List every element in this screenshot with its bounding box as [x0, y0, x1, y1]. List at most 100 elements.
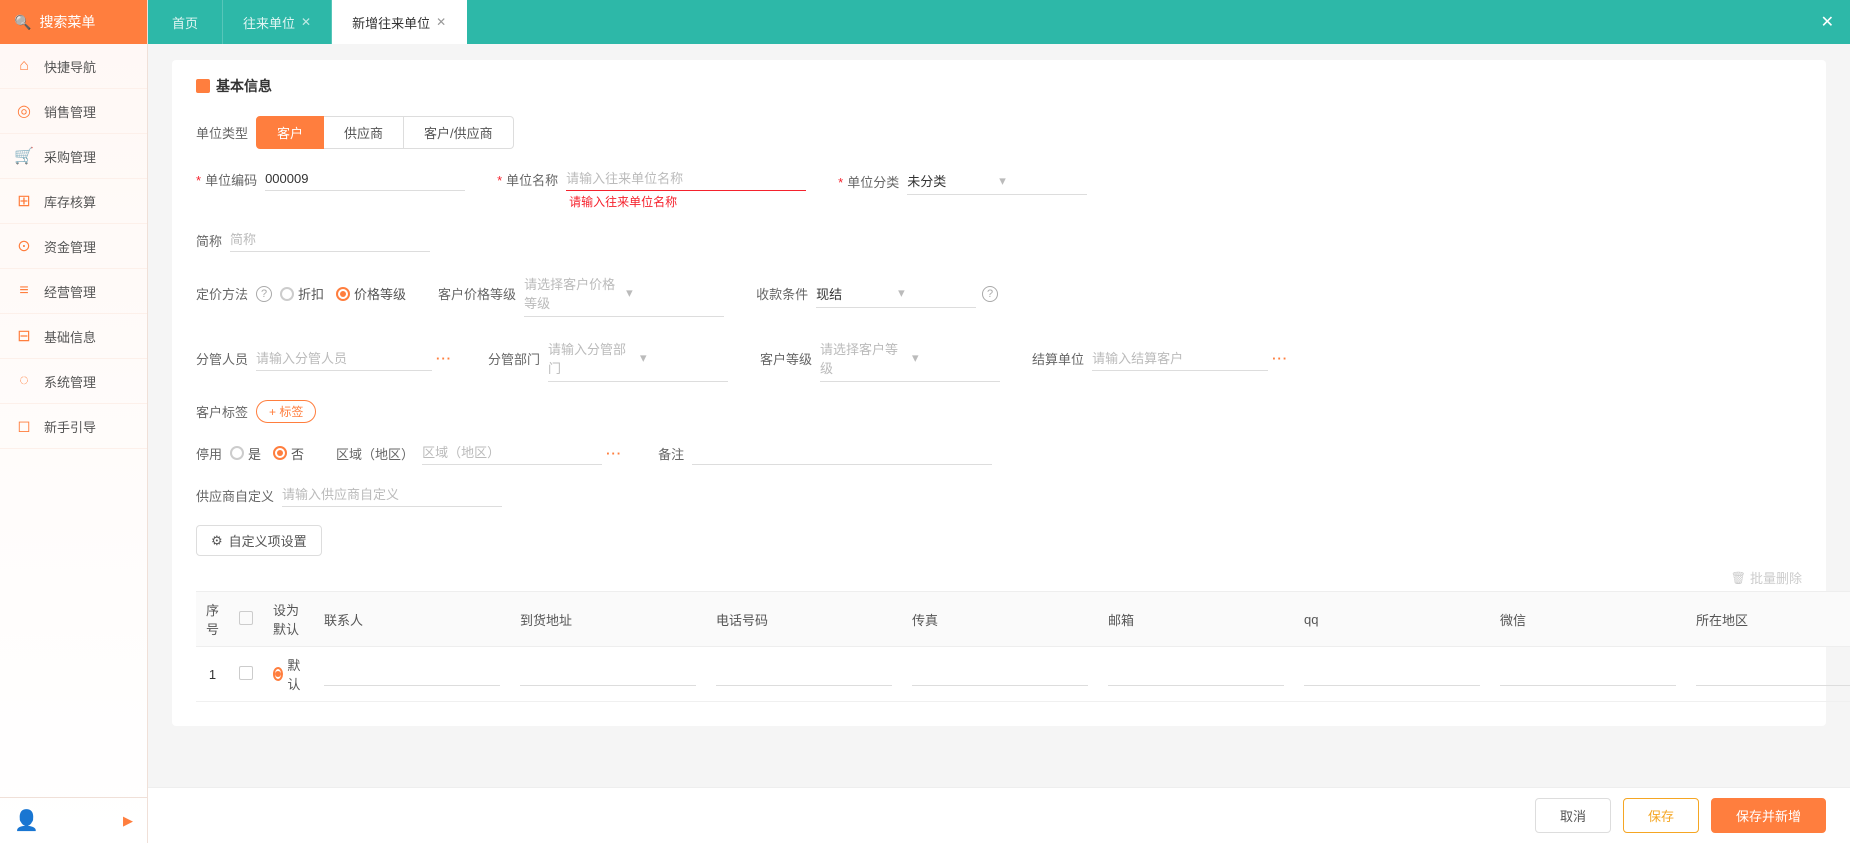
pricing-help-icon[interactable]: ? [256, 286, 272, 302]
unit-name-input[interactable] [566, 167, 806, 191]
department-select[interactable]: 请输入分管部门 ▾ [548, 335, 728, 382]
tab-new-partner-close[interactable]: ✕ [436, 15, 446, 29]
finance-icon: ⊙ [14, 236, 34, 256]
row-seq: 1 [196, 647, 229, 702]
pricing-discount-radio[interactable]: 折扣 [280, 284, 324, 303]
settlement-unit-input[interactable] [1092, 347, 1268, 371]
fax-input[interactable] [912, 662, 1088, 686]
pricing-method-label: 定价方法 [196, 284, 248, 303]
sidebar-item-label: 销售管理 [44, 102, 96, 121]
col-fax: 传真 [902, 592, 1098, 647]
guide-icon: ◻ [14, 416, 34, 436]
payment-help-icon[interactable]: ? [982, 286, 998, 302]
payment-terms-label: 收款条件 [756, 284, 808, 303]
payment-terms-value: 现结 [816, 284, 894, 303]
manager-more-btn[interactable]: ··· [432, 351, 456, 366]
customer-level-select[interactable]: 请选择客户等级 ▾ [820, 335, 1000, 382]
row-checkbox[interactable] [239, 666, 253, 680]
region-label: 区域（地区） [336, 444, 414, 463]
phone-input[interactable] [716, 662, 892, 686]
pricing-method-field: 定价方法 ? 折扣 价格等级 [196, 284, 406, 303]
col-address: 到货地址 [510, 592, 706, 647]
custom-settings-button[interactable]: ⚙ 自定义项设置 [196, 525, 322, 556]
add-tag-button[interactable]: + 标签 [256, 400, 316, 423]
unit-code-label: 单位编码 [196, 170, 257, 189]
customer-level-field: 客户等级 请选择客户等级 ▾ [760, 335, 1000, 382]
unit-code-input[interactable] [265, 167, 465, 191]
sidebar-item-operations[interactable]: ≡ 经营管理 [0, 269, 147, 314]
address-input[interactable] [520, 662, 696, 686]
region-input[interactable] [422, 441, 602, 465]
dept-chevron: ▾ [640, 350, 728, 366]
sidebar-search[interactable]: 🔍 搜索菜单 [0, 0, 147, 44]
save-new-button[interactable]: 保存并新增 [1711, 798, 1826, 833]
disabled-field: 停用 是 否 [196, 444, 304, 463]
qq-input[interactable] [1304, 662, 1480, 686]
cancel-button[interactable]: 取消 [1535, 798, 1611, 833]
region-more-btn[interactable]: ··· [602, 446, 626, 461]
search-icon: 🔍 [14, 14, 31, 31]
tab-home[interactable]: 首页 [148, 0, 223, 44]
short-name-input[interactable] [230, 228, 430, 252]
settlement-more-btn[interactable]: ··· [1268, 351, 1292, 366]
tab-partner-list-close[interactable]: ✕ [301, 15, 311, 29]
sidebar-item-system-mgmt[interactable]: ◌ 系统管理 [0, 359, 147, 404]
remark-input[interactable] [692, 441, 992, 465]
location-input[interactable] [1696, 662, 1850, 686]
level-label: 价格等级 [354, 284, 406, 303]
customer-tag-field: 客户标签 + 标签 [196, 400, 316, 423]
save-button[interactable]: 保存 [1623, 798, 1699, 833]
sidebar-item-quick-nav[interactable]: ⌂ 快捷导航 [0, 44, 147, 89]
window-close-button[interactable]: ✕ [1805, 12, 1850, 32]
pricing-radio-group: 折扣 价格等级 [280, 284, 406, 303]
no-label: 否 [291, 444, 304, 463]
contact-table: 序号 设为默认 联系人 到货地址 电话号码 传真 邮箱 qq 微信 所在地区 操… [196, 591, 1850, 702]
sidebar-item-purchase-mgmt[interactable]: 🛒 采购管理 [0, 134, 147, 179]
settlement-unit-field: 结算单位 ··· [1032, 347, 1292, 371]
disabled-no-radio[interactable]: 否 [273, 444, 304, 463]
code-name-category-row: 单位编码 单位名称 请输入往来单位名称 单位分类 [196, 167, 1802, 210]
tab-partner-list[interactable]: 往来单位 ✕ [223, 0, 332, 44]
short-name-label: 简称 [196, 231, 222, 250]
sidebar-item-label: 采购管理 [44, 147, 96, 166]
tab-new-partner[interactable]: 新增往来单位 ✕ [332, 0, 467, 44]
unit-category-select[interactable]: 未分类 ▾ [907, 167, 1087, 195]
sidebar-item-label: 系统管理 [44, 372, 96, 391]
unit-code-field: 单位编码 [196, 167, 465, 191]
unit-name-label: 单位名称 [497, 170, 558, 189]
col-phone: 电话号码 [706, 592, 902, 647]
level-radio-circle [336, 287, 350, 301]
sidebar-item-inventory[interactable]: ⊞ 库存核算 [0, 179, 147, 224]
contact-input[interactable] [324, 662, 500, 686]
disabled-yes-radio[interactable]: 是 [230, 444, 261, 463]
email-input[interactable] [1108, 662, 1284, 686]
sidebar-item-basic-info[interactable]: ⊟ 基础信息 [0, 314, 147, 359]
col-email: 邮箱 [1098, 592, 1294, 647]
manager-input[interactable] [256, 347, 432, 371]
yes-label: 是 [248, 444, 261, 463]
wechat-input[interactable] [1500, 662, 1676, 686]
sidebar-item-sales-mgmt[interactable]: ◎ 销售管理 [0, 89, 147, 134]
batch-delete-label[interactable]: 批量删除 [1750, 568, 1802, 587]
expand-icon[interactable]: ▶ [123, 813, 133, 829]
discount-radio-circle [280, 287, 294, 301]
unit-name-wrap [566, 167, 806, 191]
unit-type-group: 客户 供应商 客户/供应商 [256, 116, 514, 149]
customer-level-placeholder: 请选择客户等级 [820, 339, 908, 377]
custom-settings-label: 自定义项设置 [229, 531, 307, 550]
sidebar-item-guide[interactable]: ◻ 新手引导 [0, 404, 147, 449]
payment-terms-select[interactable]: 现结 ▾ [816, 280, 976, 308]
col-qq: qq [1294, 592, 1490, 647]
unit-type-both-btn[interactable]: 客户/供应商 [404, 116, 514, 149]
unit-type-supplier-btn[interactable]: 供应商 [324, 116, 404, 149]
unit-type-row: 单位类型 客户 供应商 客户/供应商 [196, 116, 1802, 149]
col-wechat: 微信 [1490, 592, 1686, 647]
header-checkbox[interactable] [239, 611, 253, 625]
sidebar: 🔍 搜索菜单 ⌂ 快捷导航 ◎ 销售管理 🛒 采购管理 ⊞ 库存核算 ⊙ 资金管… [0, 0, 148, 843]
sidebar-item-finance[interactable]: ⊙ 资金管理 [0, 224, 147, 269]
row-default-radio[interactable]: 默认 [273, 655, 304, 693]
pricing-level-radio[interactable]: 价格等级 [336, 284, 406, 303]
supplier-custom-input[interactable] [282, 483, 502, 507]
unit-type-customer-btn[interactable]: 客户 [256, 116, 324, 149]
customer-price-level-select[interactable]: 请选择客户价格等级 ▾ [524, 270, 724, 317]
